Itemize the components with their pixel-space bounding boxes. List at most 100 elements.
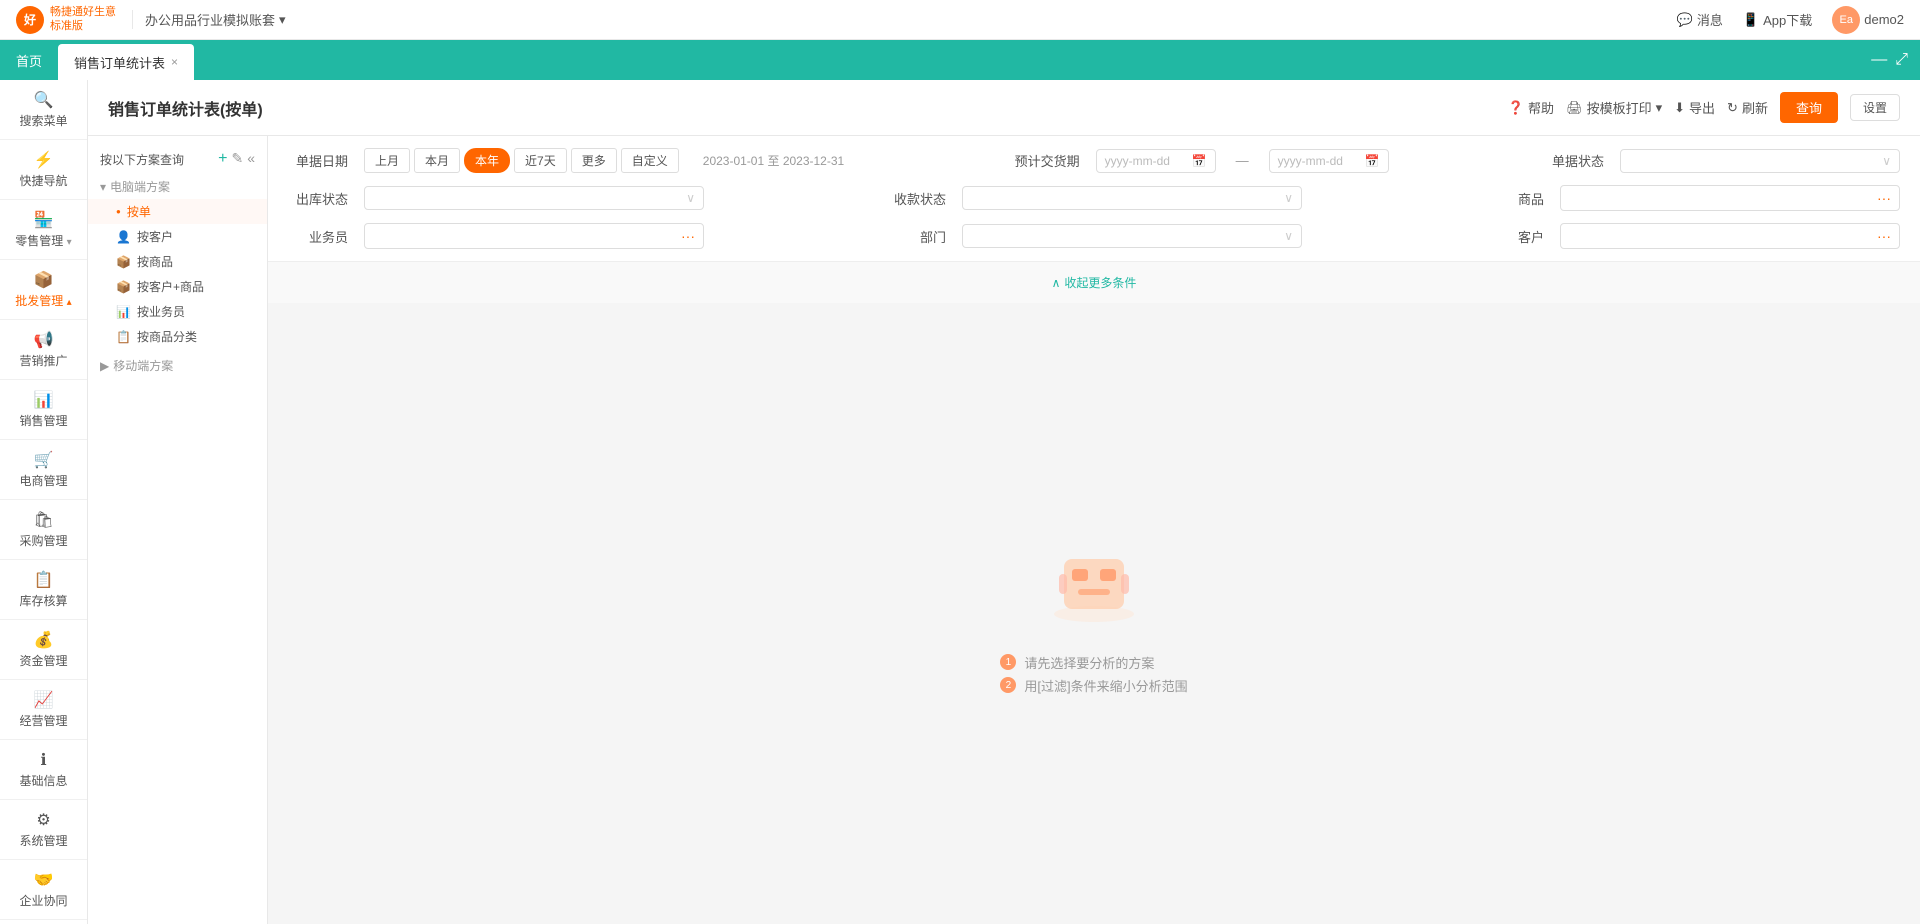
customer-ellipsis[interactable]: ··· [1877, 228, 1891, 244]
help-icon: ❓ [1508, 100, 1524, 116]
app-selector[interactable]: 办公用品行业模拟账套 ▾ [132, 10, 286, 29]
customer-icon: 👤 [116, 230, 131, 244]
sidebar-item-retail[interactable]: 🏪 零售管理 ▾ [0, 200, 87, 260]
expected-date-label: 预计交货期 [1000, 151, 1080, 170]
customer-input[interactable]: ··· [1560, 223, 1900, 249]
collapse-btn[interactable]: ∧ 收起更多条件 [1046, 268, 1143, 297]
date-btn-custom[interactable]: 自定义 [621, 148, 679, 173]
download-icon: 📱 [1743, 12, 1759, 28]
marketing-icon: 📢 [0, 330, 87, 350]
sidebar-item-finance[interactable]: 💰 资金管理 [0, 620, 87, 680]
edit-scheme-icon[interactable]: ✎ [231, 150, 243, 168]
maximize-icon[interactable]: ⤢ [1895, 51, 1908, 69]
payment-select[interactable]: ∨ [962, 186, 1302, 210]
date-btn-last-month[interactable]: 上月 [364, 148, 410, 173]
scheme-by-customer-product[interactable]: 📦 按客户+商品 [88, 274, 267, 299]
top-bar-right: 💬 消息 📱 App下载 Ea demo2 [1677, 6, 1904, 34]
sidebar-item-system[interactable]: ⚙ 系统管理 [0, 800, 87, 860]
payment-chevron-icon: ∨ [1284, 191, 1293, 205]
message-icon: 💬 [1677, 12, 1693, 28]
sidebar-item-guide[interactable]: 🎯 新手引导 [0, 920, 87, 924]
query-button[interactable]: 查询 [1780, 92, 1838, 123]
sidebar-item-sales[interactable]: 📊 销售管理 [0, 380, 87, 440]
payment-label: 收款状态 [886, 189, 946, 208]
left-panel: 按以下方案查询 + ✎ « ▾ 电脑端方案 ● 按单 👤 [88, 136, 268, 924]
main-layout: 🔍 搜索菜单 ⚡ 快捷导航 🏪 零售管理 ▾ 📦 批发管理 ▴ 📢 营销推广 📊… [0, 80, 1920, 924]
logo-area: 好 畅捷通好生意 标准版 [16, 6, 116, 34]
collapse-panel-icon[interactable]: « [247, 150, 255, 168]
shipment-label: 出库状态 [288, 189, 348, 208]
expected-date-end[interactable]: yyyy-mm-dd 📅 [1269, 149, 1389, 173]
salesperson-icon: 📊 [116, 305, 131, 319]
status-select[interactable]: ∨ [1620, 149, 1900, 173]
salesperson-ellipsis[interactable]: ··· [681, 228, 695, 244]
scheme-category-mobile[interactable]: ▶ 移动端方案 [88, 353, 267, 378]
goods-input[interactable]: ··· [1560, 185, 1900, 211]
top-bar-left: 好 畅捷通好生意 标准版 办公用品行业模拟账套 ▾ [16, 6, 286, 34]
close-tab-icon[interactable]: × [171, 55, 178, 69]
page-actions: ❓ 帮助 🖨 按模板打印 ▾ ⬇ 导出 ↻ 刷新 查询 设置 [1508, 92, 1900, 135]
template-print-btn[interactable]: 🖨 按模板打印 ▾ [1566, 98, 1662, 117]
shipment-select[interactable]: ∨ [364, 186, 704, 210]
search-icon: 🔍 [0, 90, 87, 110]
avatar: Ea [1832, 6, 1860, 34]
category-icon: 📋 [116, 330, 131, 344]
download-btn[interactable]: 📱 App下载 [1743, 10, 1812, 29]
logo-text: 畅捷通好生意 标准版 [50, 6, 116, 32]
sidebar-item-operations[interactable]: 📈 经营管理 [0, 680, 87, 740]
user-area[interactable]: Ea demo2 [1832, 6, 1904, 34]
settings-button[interactable]: 设置 [1850, 94, 1900, 121]
print-icon: 🖨 [1566, 100, 1583, 116]
sidebar-item-purchase[interactable]: 🛍 采购管理 [0, 500, 87, 560]
sidebar-item-search[interactable]: 🔍 搜索菜单 [0, 80, 87, 140]
retail-icon: 🏪 [0, 210, 87, 230]
date-btn-this-year[interactable]: 本年 [464, 148, 510, 173]
purchase-icon: 🛍 [0, 510, 87, 530]
salesperson-input[interactable]: ··· [364, 223, 704, 249]
salesperson-label: 业务员 [288, 227, 348, 246]
customer-product-icon: 📦 [116, 280, 131, 294]
date-range-text: 2023-01-01 至 2023-12-31 [703, 152, 844, 169]
scheme-by-order[interactable]: ● 按单 [88, 199, 267, 224]
scheme-by-customer[interactable]: 👤 按客户 [88, 224, 267, 249]
category-arrow-mobile: ▶ [100, 359, 109, 373]
minimize-icon[interactable]: — [1871, 51, 1887, 69]
help-btn[interactable]: ❓ 帮助 [1508, 98, 1554, 117]
scheme-by-product[interactable]: 📦 按商品 [88, 249, 267, 274]
quicknav-icon: ⚡ [0, 150, 87, 170]
message-btn[interactable]: 💬 消息 [1677, 10, 1723, 29]
scheme-by-category[interactable]: 📋 按商品分类 [88, 324, 267, 349]
export-btn[interactable]: ⬇ 导出 [1674, 98, 1715, 117]
page-header: 销售订单统计表(按单) ❓ 帮助 🖨 按模板打印 ▾ ⬇ 导出 ↻ 刷新 [88, 80, 1920, 136]
scheme-by-salesperson[interactable]: 📊 按业务员 [88, 299, 267, 324]
ecommerce-icon: 🛒 [0, 450, 87, 470]
date-btn-more[interactable]: 更多 [571, 148, 617, 173]
filter-layout: 按以下方案查询 + ✎ « ▾ 电脑端方案 ● 按单 👤 [88, 136, 1920, 924]
refresh-btn[interactable]: ↻ 刷新 [1727, 98, 1768, 117]
sidebar-item-basic-info[interactable]: ℹ 基础信息 [0, 740, 87, 800]
sidebar-item-ecommerce[interactable]: 🛒 电商管理 [0, 440, 87, 500]
add-scheme-icon[interactable]: + [218, 150, 227, 168]
goods-ellipsis[interactable]: ··· [1877, 190, 1891, 206]
sales-icon: 📊 [0, 390, 87, 410]
basic-info-icon: ℹ [0, 750, 87, 770]
date-btn-this-month[interactable]: 本月 [414, 148, 460, 173]
hint-num-2: 2 [1000, 677, 1016, 693]
sidebar-item-inventory[interactable]: 📋 库存核算 [0, 560, 87, 620]
tab-sales-stats[interactable]: 销售订单统计表 × [58, 44, 194, 80]
scheme-category-pc[interactable]: ▾ 电脑端方案 [88, 174, 267, 199]
sidebar-item-collab[interactable]: 🤝 企业协同 [0, 860, 87, 920]
operations-icon: 📈 [0, 690, 87, 710]
sidebar-item-quicknav[interactable]: ⚡ 快捷导航 [0, 140, 87, 200]
tab-home[interactable]: 首页 [0, 40, 58, 80]
date-btn-7days[interactable]: 近7天 [514, 148, 567, 173]
dept-label: 部门 [886, 227, 946, 246]
expected-date-start[interactable]: yyyy-mm-dd 📅 [1096, 149, 1216, 173]
left-panel-header: 按以下方案查询 + ✎ « [88, 144, 267, 174]
sidebar-item-marketing[interactable]: 📢 营销推广 [0, 320, 87, 380]
status-label: 单据状态 [1544, 151, 1604, 170]
dept-select[interactable]: ∨ [962, 224, 1302, 248]
status-chevron-icon: ∨ [1882, 154, 1891, 168]
sidebar-item-wholesale[interactable]: 📦 批发管理 ▴ [0, 260, 87, 320]
empty-hints: 1 请先选择要分析的方案 2 用[过滤]条件来缩小分析范围 [1000, 649, 1187, 699]
